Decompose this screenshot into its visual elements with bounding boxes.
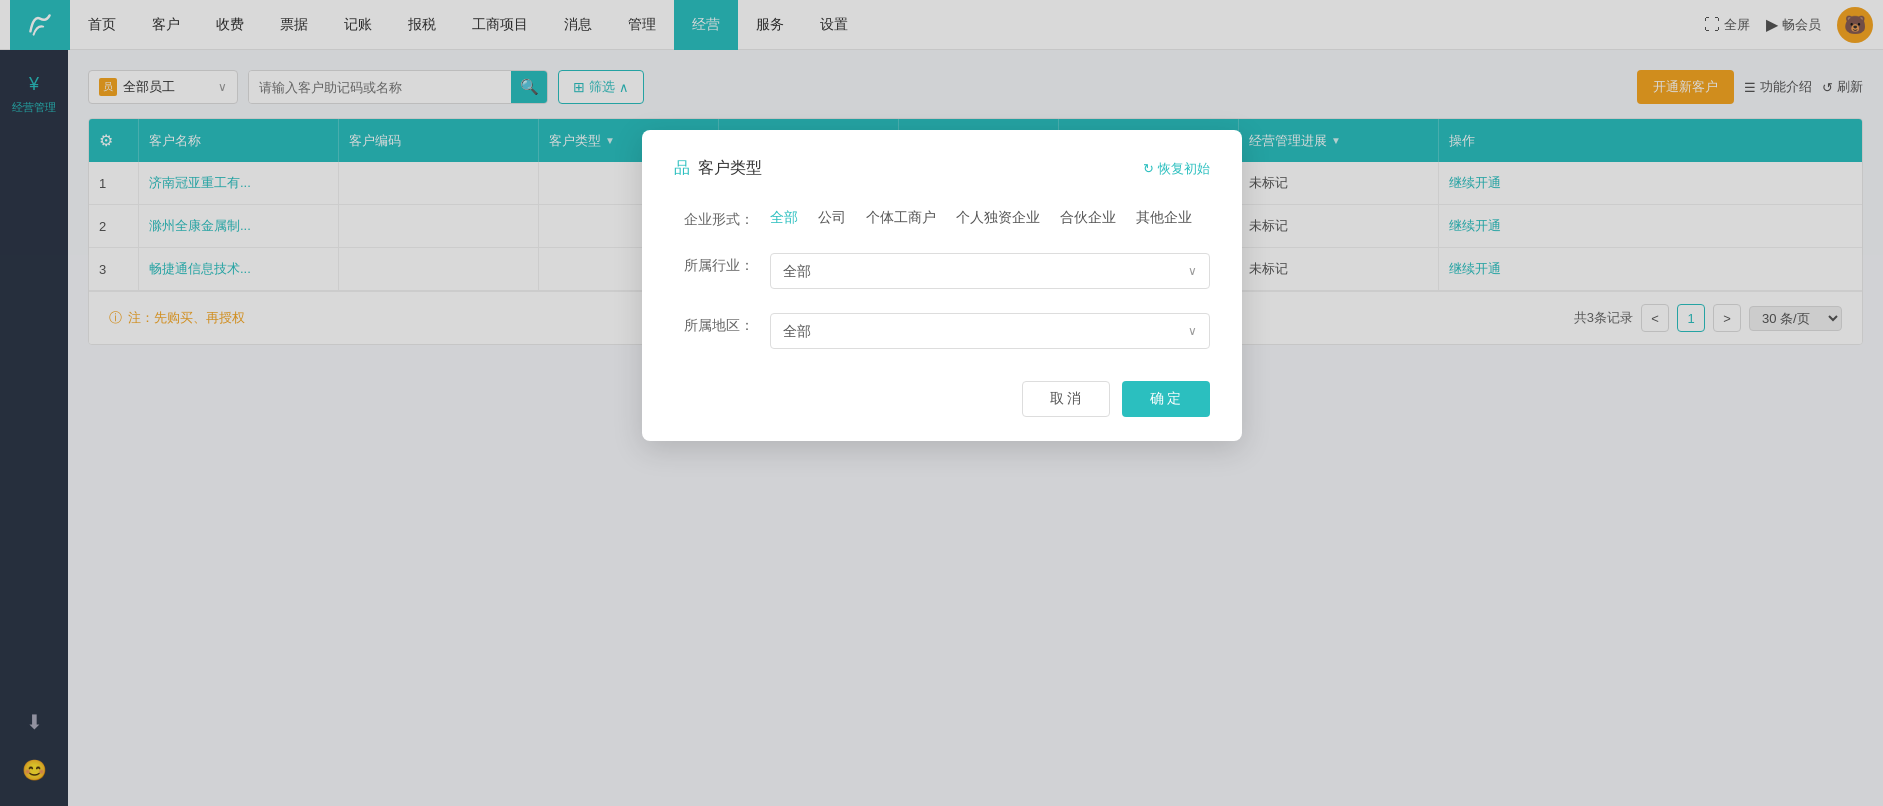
industry-label: 所属行业： xyxy=(674,253,754,275)
industry-chevron: ∨ xyxy=(1188,264,1197,278)
option-other[interactable]: 其他企业 xyxy=(1136,207,1192,229)
dialog-restore-button[interactable]: ↻ 恢复初始 xyxy=(1143,160,1210,178)
filter-dialog: 品 客户类型 ↻ 恢复初始 企业形式： 全部 公司 个体工商户 个人独资企业 合… xyxy=(642,130,1242,441)
dialog-footer: 取 消 确 定 xyxy=(674,381,1210,417)
filter-dialog-overlay: 品 客户类型 ↻ 恢复初始 企业形式： 全部 公司 个体工商户 个人独资企业 合… xyxy=(0,0,1883,806)
option-all[interactable]: 全部 xyxy=(770,207,798,229)
option-individual[interactable]: 个体工商户 xyxy=(866,207,936,229)
region-select-input[interactable]: 全部 xyxy=(783,323,1188,339)
enterprise-form-options: 全部 公司 个体工商户 个人独资企业 合伙企业 其他企业 xyxy=(770,207,1210,229)
enterprise-form-label: 企业形式： xyxy=(674,207,754,229)
region-label: 所属地区： xyxy=(674,313,754,335)
dialog-title-text: 客户类型 xyxy=(698,158,762,179)
enterprise-form-row: 企业形式： 全部 公司 个体工商户 个人独资企业 合伙企业 其他企业 xyxy=(674,207,1210,229)
dialog-title-icon: 品 xyxy=(674,158,690,179)
dialog-title: 品 客户类型 ↻ 恢复初始 xyxy=(674,158,1210,179)
region-row: 所属地区： 全部 ∨ xyxy=(674,313,1210,349)
restore-label: 恢复初始 xyxy=(1158,160,1210,178)
dialog-confirm-button[interactable]: 确 定 xyxy=(1122,381,1210,417)
dialog-cancel-button[interactable]: 取 消 xyxy=(1022,381,1110,417)
region-select[interactable]: 全部 ∨ xyxy=(770,313,1210,349)
industry-select-input[interactable]: 全部 xyxy=(783,263,1188,279)
restore-icon: ↻ xyxy=(1143,161,1154,176)
industry-select[interactable]: 全部 ∨ xyxy=(770,253,1210,289)
option-partnership[interactable]: 合伙企业 xyxy=(1060,207,1116,229)
option-sole[interactable]: 个人独资企业 xyxy=(956,207,1040,229)
region-chevron: ∨ xyxy=(1188,324,1197,338)
option-company[interactable]: 公司 xyxy=(818,207,846,229)
industry-row: 所属行业： 全部 ∨ xyxy=(674,253,1210,289)
